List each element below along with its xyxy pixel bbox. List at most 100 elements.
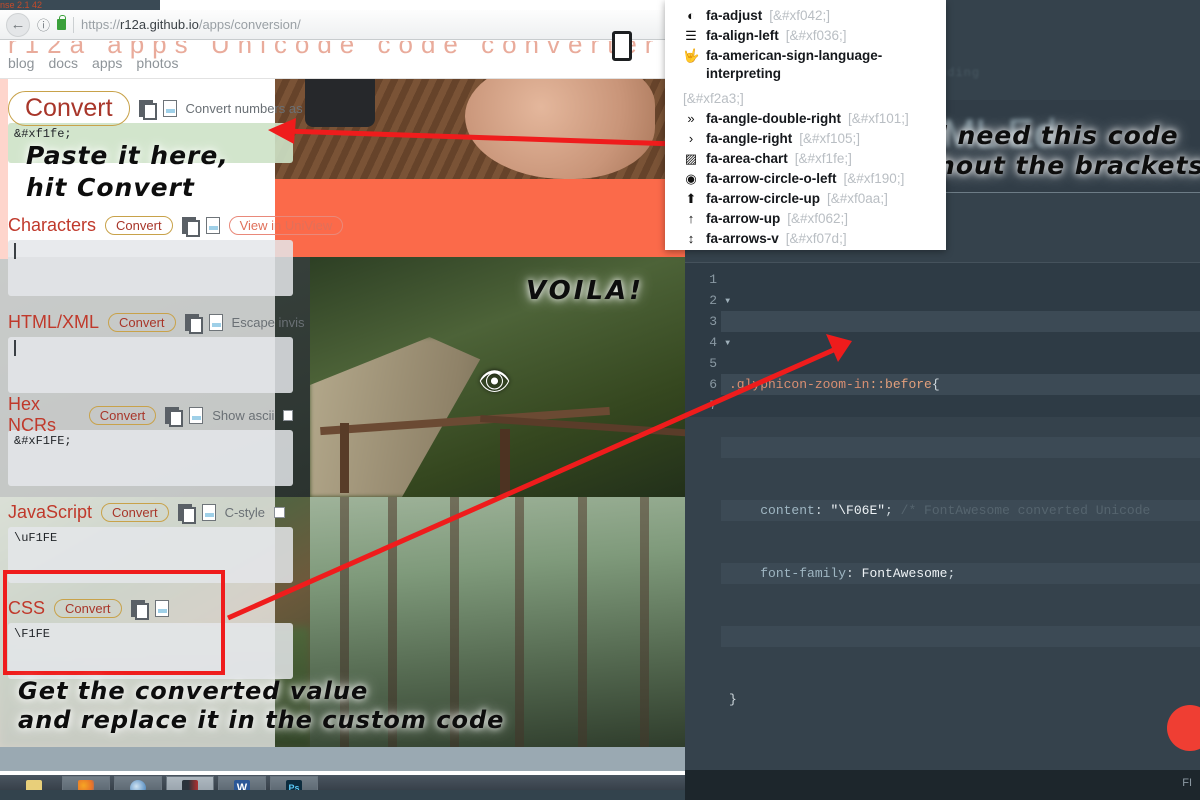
back-arrow-icon[interactable]: ← [6,12,30,37]
code-line-7: } [721,689,1200,710]
block-hex-ncrs: Hex NCRs Convert Show ascii &#xF1FE; [8,394,293,486]
nav-item-photos[interactable]: photos [136,55,178,71]
fa-item-code: [&#xf062;] [787,211,849,226]
nav-item-blog[interactable]: blog [8,55,34,71]
fa-arrow-up-icon: ↑ [687,211,695,226]
fa-item-code: [&#xf190;] [843,171,905,186]
block-characters: Characters Convert View in UniView [8,213,344,296]
resize-grip-icon[interactable] [14,340,16,356]
fa-item-code: [&#xf101;] [848,111,909,126]
fa-list-item[interactable]: » fa-angle-double-right [&#xf101;] [665,109,946,129]
windows-taskbar[interactable]: W Ps [0,775,685,790]
code-line-1 [721,311,1200,332]
taskbar-photoshop[interactable]: Ps [270,776,318,790]
html-xml-convert-button[interactable]: Convert [108,312,176,332]
hex-ncrs-convert-button[interactable]: Convert [88,405,157,425]
fa-item-name: fa-angle-right [706,131,793,146]
code-line-2: .glyphicon-zoom-in::before{ [721,374,1200,395]
line-number: 6 [709,377,717,392]
fa-list-item[interactable]: ◉ fa-arrow-circle-o-left [&#xf190;] [665,169,946,189]
copy-icon[interactable] [181,217,200,237]
fa-list-item[interactable]: ☰ fa-align-left [&#xf036;] [665,26,946,46]
fa-list-item[interactable]: ◐ fa-adjust [&#xf042;] [665,6,946,26]
url-divider [73,16,75,33]
fa-list-item[interactable]: 🤟 fa-american-sign-language-interpreting… [665,46,946,109]
file-icon[interactable] [189,406,204,424]
fa-list-item[interactable]: ↕ fa-arrows-v [&#xf07d;] [665,229,946,249]
taskbar-file-explorer[interactable] [10,776,58,790]
fa-list-item[interactable]: ⬆ fa-arrow-circle-up [&#xf0aa;] [665,189,946,209]
photo-bottom-strip [0,747,685,771]
taskbar-word[interactable]: W [218,776,266,790]
fa-item-name: fa-align-left [706,28,779,43]
fa-item-name: fa-arrow-circle-o-left [706,171,837,186]
mobile-phone-icon[interactable] [612,31,632,61]
c-style-checkbox[interactable] [274,506,286,518]
taskbar-app-red[interactable] [166,776,214,790]
block-javascript-header: JavaScript Convert C-style [8,500,293,524]
fa-item-code: [&#xf07d;] [785,231,847,246]
browser-url-bar[interactable]: ← ⓘ https://r12a.github.io/apps/conversi… [0,10,685,40]
page-header: r12a apps Unicode code converter blog do… [0,41,685,79]
url-text[interactable]: https://r12a.github.io/apps/conversion/ [81,17,301,32]
nav-item-apps[interactable]: apps [92,55,122,71]
site-nav[interactable]: blog docs apps photos [8,55,178,71]
file-icon[interactable] [205,216,220,234]
html-xml-option-label: Escape invis [231,314,305,330]
hex-ncrs-field[interactable]: &#xF1FE; [8,430,293,486]
fa-list-item-area-chart[interactable]: ▨ fa-area-chart [&#xf1fe;] [665,149,946,169]
fa-item-name: fa-american-sign-language-interpreting [706,48,883,81]
fontawesome-icon-list[interactable]: ◐ fa-adjust [&#xf042;] ☰ fa-align-left [… [665,0,946,250]
fa-item-code: [&#xf105;] [799,131,861,146]
fa-arrow-circle-up-icon: ⬆ [685,191,697,206]
line-number: 2 ▼ [685,290,730,311]
fa-list-item[interactable]: ↑ fa-arrow-up [&#xf062;] [665,209,946,229]
copy-icon[interactable] [184,314,203,334]
resize-grip-icon[interactable] [14,243,16,259]
code-line-6 [721,626,1200,647]
editor-code-body[interactable]: .glyphicon-zoom-in::before{ content: "\F… [721,263,1200,707]
info-circle-icon[interactable]: ⓘ [37,15,50,34]
html-xml-field[interactable] [8,337,293,393]
eye-icon: 👁 [478,366,512,396]
show-ascii-checkbox[interactable] [283,409,293,421]
copy-icon[interactable] [165,407,184,427]
file-icon[interactable] [201,503,216,521]
window-title: nse 2.1 42 [0,0,43,10]
copy-icon[interactable] [138,100,157,120]
annotation-paste-here: Paste it here, [26,141,229,170]
convert-button-main[interactable]: Convert [8,90,130,126]
characters-field[interactable] [8,240,293,296]
fa-list-item[interactable]: › fa-angle-right [&#xf105;] [665,129,946,149]
block-javascript-title: JavaScript [8,501,93,522]
line-number: 7 [709,398,717,413]
highlight-box-css-block [3,570,225,675]
view-in-uniview-button[interactable]: View in UniView [228,215,344,235]
css-pseudo: ::before [869,377,932,392]
block-html-xml-title: HTML/XML [8,311,100,332]
line-number: 1 [709,272,717,287]
file-icon[interactable] [162,99,177,117]
fa-item-name: fa-arrows-v [706,231,779,246]
copy-icon[interactable] [177,504,196,524]
taskbar-browser[interactable] [114,776,162,790]
fa-american-sign-language-interpreting-icon: 🤟 [683,48,700,63]
characters-convert-button[interactable]: Convert [105,215,173,235]
taskbar-firefox[interactable] [62,776,110,790]
annotation-get-value: Get the converted value [18,677,369,705]
fa-align-left-icon: ☰ [685,28,697,43]
block-hex-ncrs-title: Hex NCRs [8,394,56,435]
annotation-voila: VOILA! [526,276,644,306]
file-icon[interactable] [208,313,223,331]
fa-adjust-icon: ◐ [687,8,695,23]
javascript-convert-button[interactable]: Convert [101,502,169,522]
fa-item-name: fa-arrow-up [706,211,781,226]
fa-angle-double-right-icon: » [687,111,695,126]
url-path: /apps/conversion/ [198,17,301,32]
editor-footer-text: FI [1182,777,1192,789]
nav-item-docs[interactable]: docs [48,55,78,71]
lock-icon [57,15,67,30]
fa-item-code: [&#xf042;] [769,8,831,23]
css-code-editor[interactable]: 1 2 ▼ 3 4 ▼ 5 6 7 .glyphicon-zoom-in::befo… [685,262,1200,707]
window-titlebar[interactable]: nse 2.1 42 [0,0,160,10]
